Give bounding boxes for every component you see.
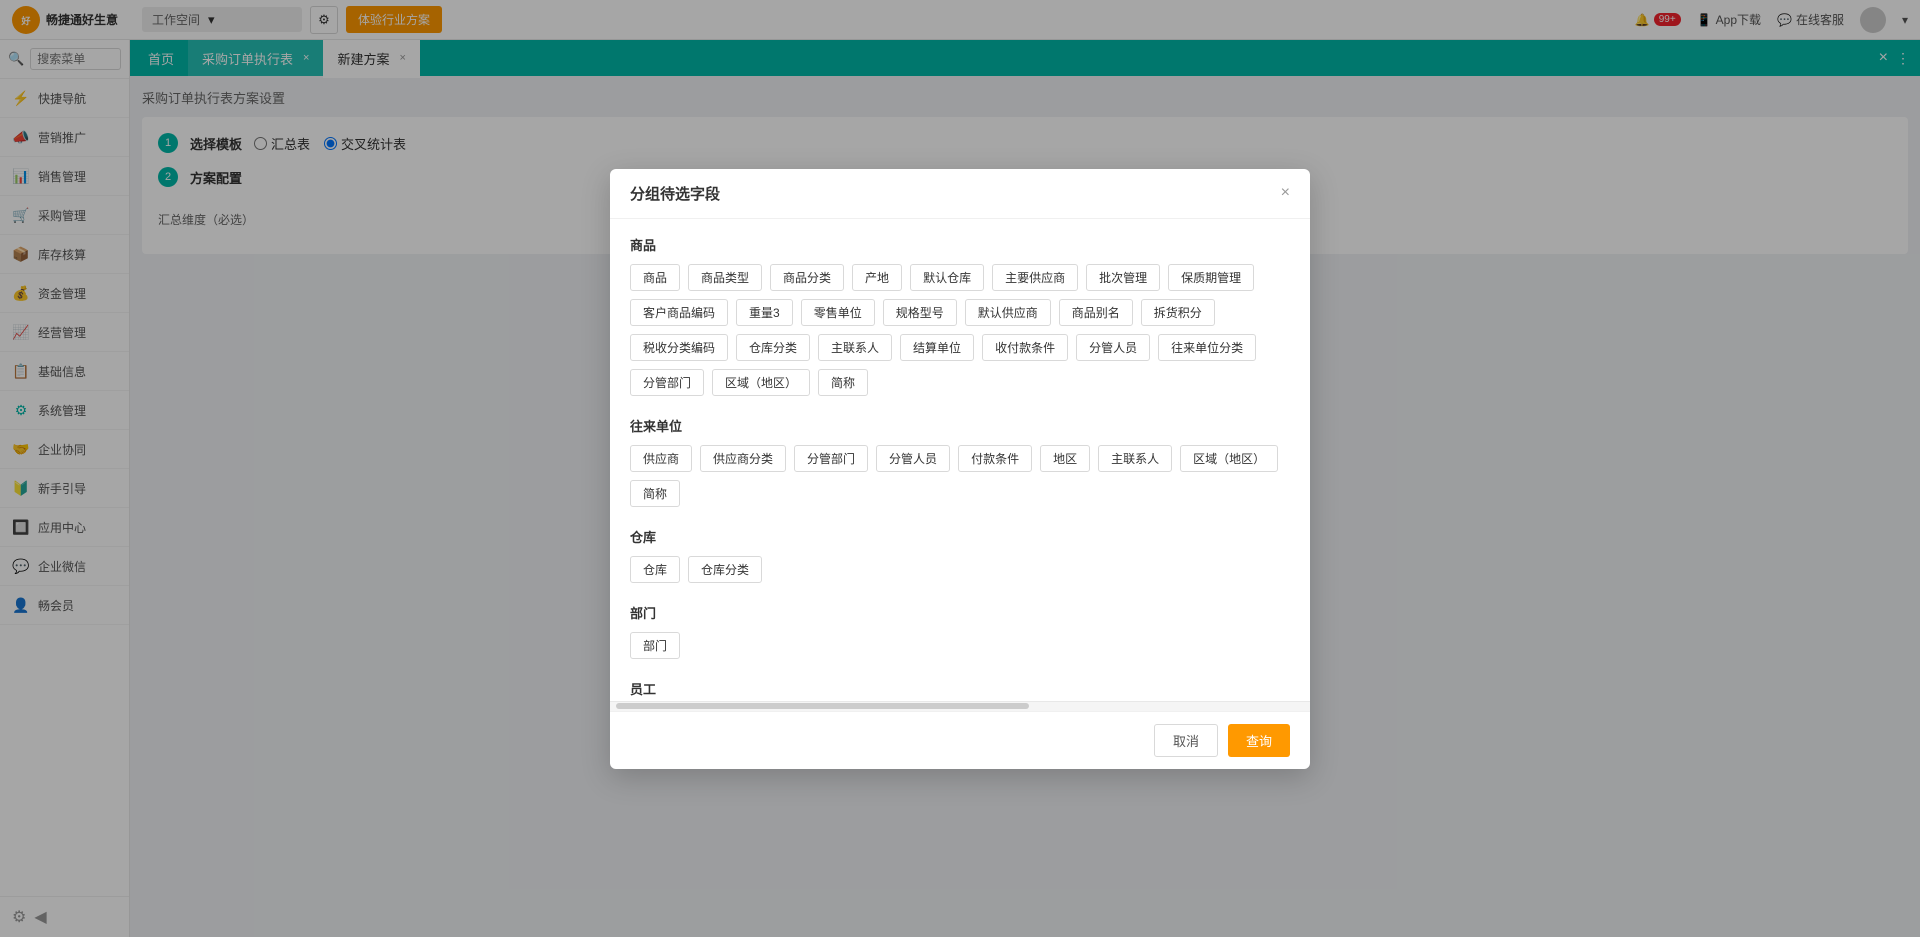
modal-title: 分组待选字段 [630, 183, 720, 204]
field-select-modal: 分组待选字段 × 商品商品商品类型商品分类产地默认仓库主要供应商批次管理保质期管… [610, 169, 1310, 769]
field-tag-1-5[interactable]: 地区 [1040, 445, 1090, 472]
field-tag-0-24[interactable]: 简称 [818, 369, 868, 396]
field-tags-3: 部门 [630, 632, 1290, 659]
field-tag-0-1[interactable]: 商品类型 [688, 264, 762, 291]
modal-close-button[interactable]: × [1281, 185, 1290, 201]
field-tag-0-6[interactable]: 批次管理 [1086, 264, 1160, 291]
field-tag-0-8[interactable]: 客户商品编码 [630, 299, 728, 326]
field-tag-0-2[interactable]: 商品分类 [770, 264, 844, 291]
field-tag-1-3[interactable]: 分管人员 [876, 445, 950, 472]
field-tag-1-0[interactable]: 供应商 [630, 445, 692, 472]
field-tag-1-2[interactable]: 分管部门 [794, 445, 868, 472]
field-section-title-4: 员工 [630, 679, 1290, 698]
field-tag-0-10[interactable]: 零售单位 [801, 299, 875, 326]
field-tag-0-23[interactable]: 区域（地区） [712, 369, 810, 396]
field-tag-1-6[interactable]: 主联系人 [1098, 445, 1172, 472]
modal-header: 分组待选字段 × [610, 169, 1310, 219]
field-tag-0-9[interactable]: 重量3 [736, 299, 793, 326]
field-tag-1-4[interactable]: 付款条件 [958, 445, 1032, 472]
modal-hscroll[interactable] [610, 701, 1310, 711]
field-tag-0-16[interactable]: 仓库分类 [736, 334, 810, 361]
field-tag-0-21[interactable]: 往来单位分类 [1158, 334, 1256, 361]
field-tag-0-19[interactable]: 收付款条件 [982, 334, 1068, 361]
field-section-2: 仓库仓库仓库分类 [630, 527, 1290, 583]
field-tag-0-12[interactable]: 默认供应商 [965, 299, 1051, 326]
field-tag-3-0[interactable]: 部门 [630, 632, 680, 659]
field-tag-1-1[interactable]: 供应商分类 [700, 445, 786, 472]
field-tag-0-13[interactable]: 商品别名 [1059, 299, 1133, 326]
field-section-4: 员工业务员 [630, 679, 1290, 701]
field-tag-0-15[interactable]: 税收分类编码 [630, 334, 728, 361]
field-section-3: 部门部门 [630, 603, 1290, 659]
modal-footer: 取消 查询 [610, 711, 1310, 769]
modal-hscroll-bar [616, 703, 1029, 709]
field-tag-0-3[interactable]: 产地 [852, 264, 902, 291]
field-tags-2: 仓库仓库分类 [630, 556, 1290, 583]
field-tag-0-14[interactable]: 拆货积分 [1141, 299, 1215, 326]
field-tag-0-5[interactable]: 主要供应商 [992, 264, 1078, 291]
field-tag-0-4[interactable]: 默认仓库 [910, 264, 984, 291]
modal-body: 商品商品商品类型商品分类产地默认仓库主要供应商批次管理保质期管理客户商品编码重量… [610, 219, 1310, 701]
field-tags-1: 供应商供应商分类分管部门分管人员付款条件地区主联系人区域（地区） 简称 [630, 445, 1290, 507]
field-section-title-3: 部门 [630, 603, 1290, 622]
field-section-title-1: 往来单位 [630, 416, 1290, 435]
field-tag-2-0[interactable]: 仓库 [630, 556, 680, 583]
field-tag-0-18[interactable]: 结算单位 [900, 334, 974, 361]
field-tag-1-8[interactable]: 简称 [630, 480, 680, 507]
field-section-1: 往来单位供应商供应商分类分管部门分管人员付款条件地区主联系人区域（地区） 简称 [630, 416, 1290, 507]
field-tag-0-7[interactable]: 保质期管理 [1168, 264, 1254, 291]
field-section-0: 商品商品商品类型商品分类产地默认仓库主要供应商批次管理保质期管理客户商品编码重量… [630, 235, 1290, 396]
field-tag-0-11[interactable]: 规格型号 [883, 299, 957, 326]
field-tag-0-20[interactable]: 分管人员 [1076, 334, 1150, 361]
confirm-button[interactable]: 查询 [1228, 724, 1290, 757]
cancel-button[interactable]: 取消 [1154, 724, 1218, 757]
field-section-title-0: 商品 [630, 235, 1290, 254]
field-tag-0-22[interactable]: 分管部门 [630, 369, 704, 396]
field-tag-2-1[interactable]: 仓库分类 [688, 556, 762, 583]
field-tag-0-17[interactable]: 主联系人 [818, 334, 892, 361]
field-tag-0-0[interactable]: 商品 [630, 264, 680, 291]
field-tags-0: 商品商品类型商品分类产地默认仓库主要供应商批次管理保质期管理客户商品编码重量3 零… [630, 264, 1290, 396]
field-tag-1-7[interactable]: 区域（地区） [1180, 445, 1278, 472]
field-section-title-2: 仓库 [630, 527, 1290, 546]
